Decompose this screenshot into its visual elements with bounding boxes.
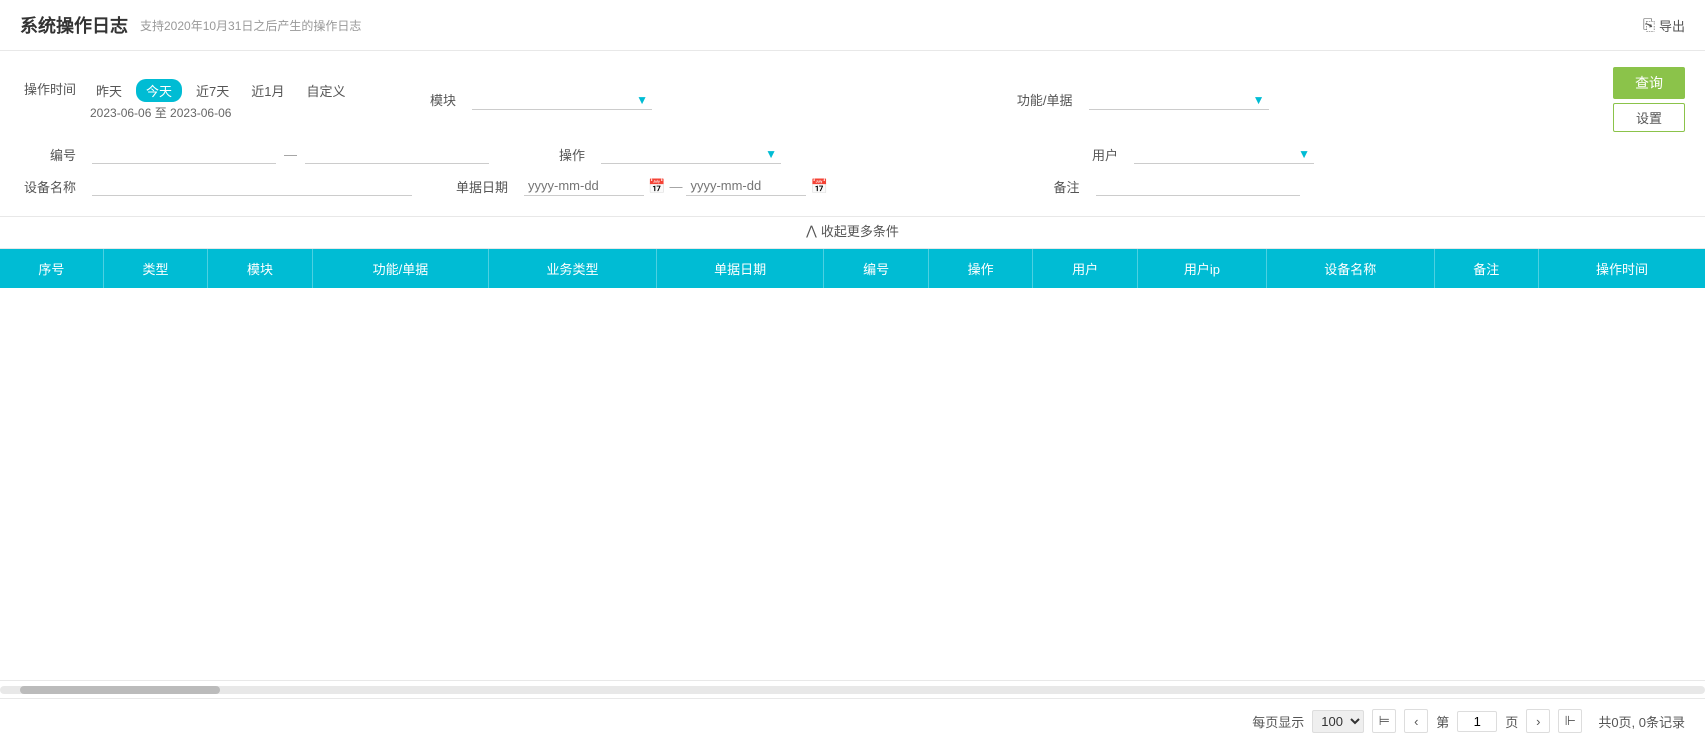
collapse-icon: ⋀ [806,223,817,239]
number-end-input[interactable] [305,144,489,164]
device-input[interactable] [92,176,412,196]
data-table: 序号类型模块功能/单据业务类型单据日期编号操作用户用户ip设备名称备注操作时间 [0,249,1705,288]
user-label: 用户 [1062,145,1118,164]
next-page-button[interactable]: › [1526,709,1550,733]
operation-label: 操作 [529,145,585,164]
operation-select[interactable] [601,144,781,164]
date-range-sep: — [669,179,682,194]
table-col-单据日期: 单据日期 [656,249,824,288]
today-btn[interactable]: 今天 [136,79,182,102]
device-label: 设备名称 [20,177,76,196]
page-number-input[interactable] [1457,711,1497,732]
time-filter-label: 操作时间 [20,79,76,98]
empty-area [0,288,1705,638]
table-col-用户: 用户 [1033,249,1137,288]
total-records-label: 共0页, 0条记录 [1598,712,1685,731]
time-range-display: 2023-06-06 至 2023-06-06 [90,104,354,121]
custom-btn[interactable]: 自定义 [299,79,354,102]
horizontal-scrollbar[interactable] [0,680,1705,698]
table-col-操作时间: 操作时间 [1539,249,1705,288]
doc-date-label: 单据日期 [452,177,508,196]
page-subtitle: 支持2020年10月31日之后产生的操作日志 [140,17,361,34]
calendar-start-icon[interactable]: 📅 [648,178,665,195]
per-page-label: 每页显示 [1252,712,1304,731]
module-select[interactable] [472,90,652,110]
module-label: 模块 [400,90,456,109]
page-title: 系统操作日志 [20,12,128,38]
prev-page-button[interactable]: ‹ [1404,709,1428,733]
calendar-end-icon[interactable]: 📅 [810,178,827,195]
func-label: 功能/单据 [1017,90,1073,109]
settings-button[interactable]: 设置 [1613,103,1685,132]
collapse-button[interactable]: ⋀ 收起更多条件 [806,221,899,240]
page-size-select[interactable]: 100 50 200 [1312,710,1364,733]
table-col-设备名称: 设备名称 [1266,249,1434,288]
month-btn[interactable]: 近1月 [243,79,292,102]
page-prefix-label: 第 [1436,712,1449,731]
number-start-input[interactable] [92,144,276,164]
last-page-button[interactable]: ⊩ [1558,709,1582,733]
table-col-用户ip: 用户ip [1137,249,1266,288]
range-sep: — [284,147,297,162]
user-select[interactable] [1134,144,1314,164]
table-header: 序号类型模块功能/单据业务类型单据日期编号操作用户用户ip设备名称备注操作时间 [0,249,1705,288]
table-col-操作: 操作 [928,249,1032,288]
table-col-业务类型: 业务类型 [489,249,657,288]
table-col-功能/单据: 功能/单据 [312,249,488,288]
table-col-模块: 模块 [208,249,312,288]
collapse-label: 收起更多条件 [821,221,899,240]
remark-input[interactable] [1096,176,1300,196]
export-button[interactable]: ⎘ 导出 [1643,16,1685,35]
pagination-bar: 每页显示 100 50 200 ⊨ ‹ 第 页 › ⊩ 共0页, 0条记录 [0,698,1705,743]
first-page-button[interactable]: ⊨ [1372,709,1396,733]
export-label: 导出 [1659,16,1685,35]
number-label: 编号 [20,145,76,164]
export-icon: ⎘ [1643,17,1655,34]
remark-label: 备注 [1024,177,1080,196]
yesterday-btn[interactable]: 昨天 [88,79,130,102]
table-col-类型: 类型 [103,249,207,288]
table-col-编号: 编号 [824,249,928,288]
week-btn[interactable]: 近7天 [188,79,237,102]
date-start-input[interactable] [524,176,644,196]
page-unit-label: 页 [1505,712,1518,731]
table-col-序号: 序号 [0,249,103,288]
query-button[interactable]: 查询 [1613,67,1685,99]
date-end-input[interactable] [686,176,806,196]
func-select[interactable] [1089,90,1269,110]
table-col-备注: 备注 [1434,249,1538,288]
